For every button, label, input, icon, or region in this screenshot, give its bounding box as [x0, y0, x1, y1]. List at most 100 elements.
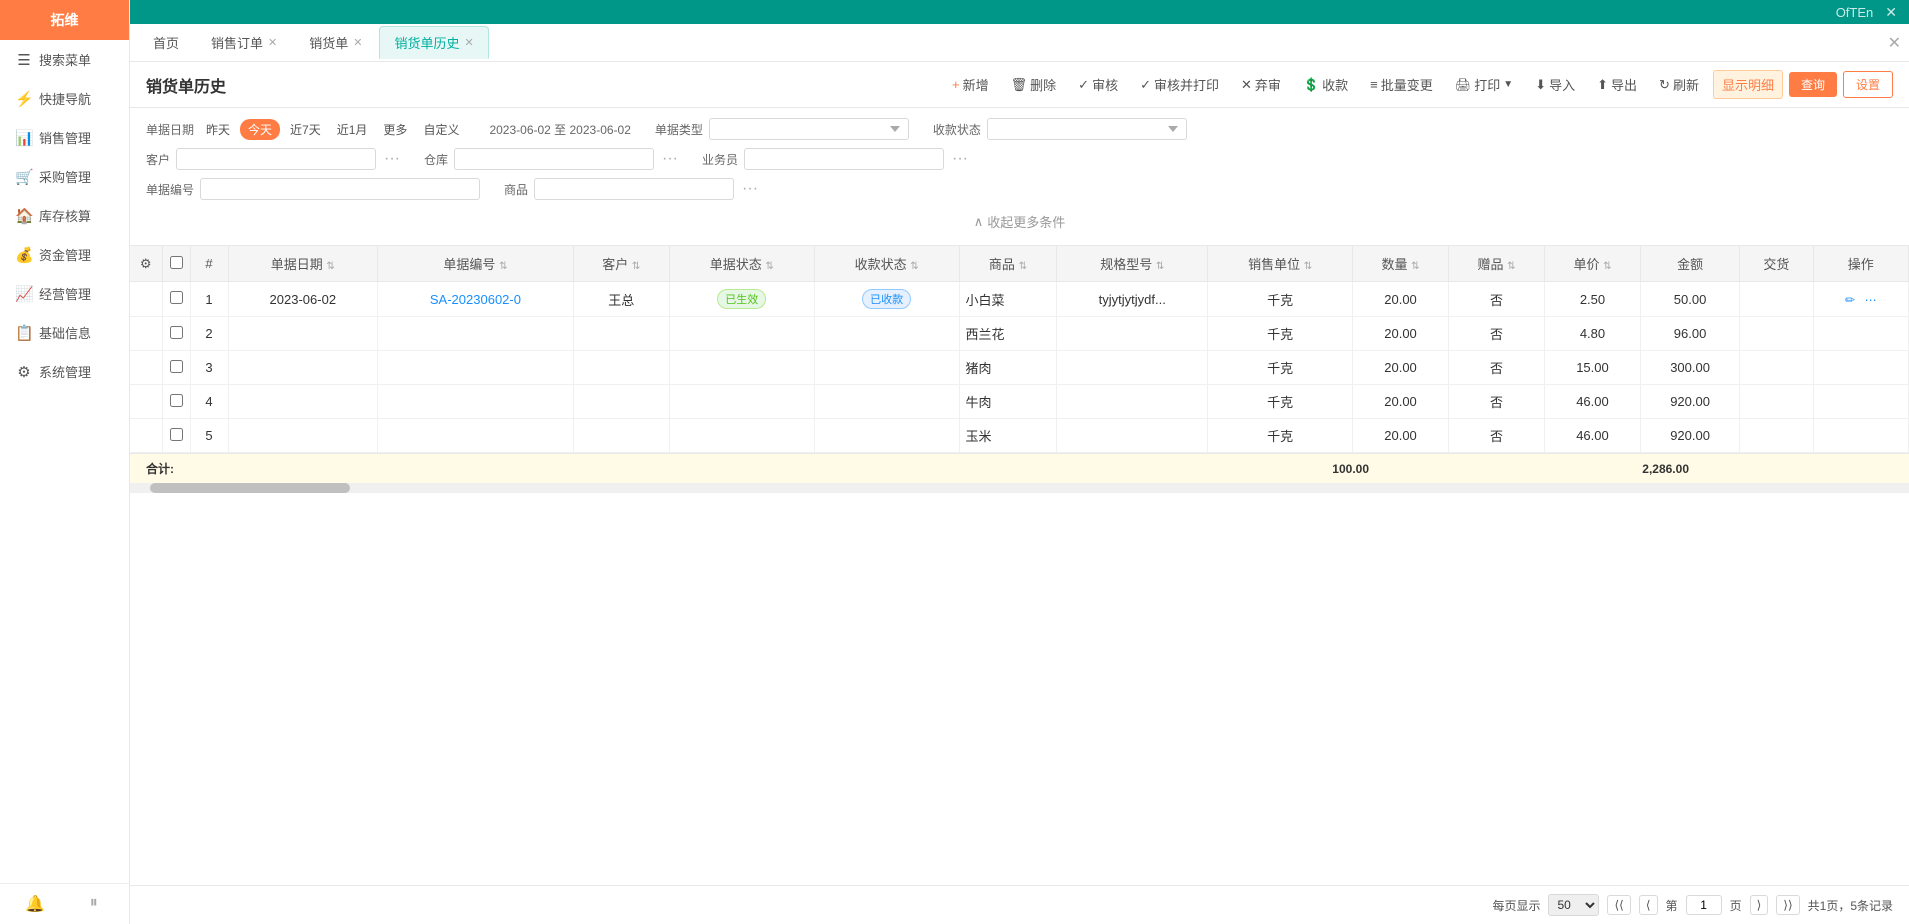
doc-type-select[interactable]: [709, 118, 909, 140]
scrollbar-thumb[interactable]: [150, 483, 350, 493]
td-checkbox[interactable]: [162, 419, 190, 453]
pagination-bar: 每页显示 50 20 100 ⟨⟨ ⟨ 第 页 ⟩ ⟩⟩ 共1页，5条记录: [130, 885, 1909, 924]
date-btn-1month[interactable]: 近1月: [331, 119, 374, 140]
th-doc-status[interactable]: 单据状态 ⇅: [669, 246, 814, 282]
refresh-button[interactable]: ↻ 刷新: [1651, 71, 1707, 98]
quick-nav-icon: ⚡: [15, 90, 33, 108]
sidebar-item-sales-mgmt[interactable]: 📊 销售管理: [0, 118, 129, 157]
sidebar-item-purchase-mgmt[interactable]: 🛒 采购管理: [0, 157, 129, 196]
top-close-btn[interactable]: ✕: [1885, 4, 1897, 21]
sys-mgmt-icon: ⚙: [15, 363, 33, 381]
th-spec-label: 规格型号: [1100, 257, 1152, 272]
show-detail-button[interactable]: 显示明细: [1713, 70, 1783, 99]
select-all-checkbox[interactable]: [170, 256, 183, 269]
warehouse-dots[interactable]: ···: [662, 150, 678, 168]
summary-row: 合计: 100.00 2,286.00: [130, 453, 1909, 483]
date-btn-yesterday[interactable]: 昨天: [200, 119, 236, 140]
td-checkbox[interactable]: [162, 317, 190, 351]
row-checkbox[interactable]: [170, 291, 183, 304]
td-gift: 否: [1449, 385, 1545, 419]
audit-button[interactable]: ✓ 审核: [1070, 71, 1126, 98]
tab-bar-close[interactable]: ✕: [1888, 33, 1901, 53]
goods-filter: 商品 ···: [504, 178, 758, 200]
query-button[interactable]: 查询: [1789, 72, 1837, 97]
horizontal-scrollbar[interactable]: [130, 483, 1909, 493]
td-checkbox[interactable]: [162, 351, 190, 385]
th-checkbox[interactable]: [162, 246, 190, 282]
th-unit[interactable]: 销售单位 ⇅: [1208, 246, 1353, 282]
import-button[interactable]: ⬇ 导入: [1527, 71, 1583, 98]
audit-print-button[interactable]: ✓ 审核并打印: [1132, 71, 1227, 98]
tab-sales-history-close[interactable]: ✕: [465, 36, 474, 49]
tab-sales-order[interactable]: 销售订单 ✕: [196, 26, 292, 59]
row-checkbox[interactable]: [170, 428, 183, 441]
page-size-select[interactable]: 50 20 100: [1548, 894, 1599, 916]
th-goods-label: 商品: [989, 257, 1015, 272]
warehouse-input[interactable]: [454, 148, 654, 170]
sidebar-item-ops-mgmt[interactable]: 📈 经营管理: [0, 274, 129, 313]
row-checkbox[interactable]: [170, 326, 183, 339]
date-btn-today[interactable]: 今天: [240, 119, 280, 140]
th-spec[interactable]: 规格型号 ⇅: [1057, 246, 1208, 282]
goods-dots[interactable]: ···: [742, 180, 758, 198]
date-btn-custom[interactable]: 自定义: [417, 119, 465, 140]
tab-sales-order-close[interactable]: ✕: [268, 36, 277, 49]
sidebar-item-fund-mgmt[interactable]: 💰 资金管理: [0, 235, 129, 274]
th-date[interactable]: 单据日期 ⇅: [228, 246, 378, 282]
tab-sales-history[interactable]: 销货单历史 ✕: [379, 26, 488, 59]
notification-btn[interactable]: 🔔: [10, 894, 61, 914]
payment-status-select[interactable]: [987, 118, 1187, 140]
td-transaction: [1740, 351, 1813, 385]
last-page-btn[interactable]: ⟩⟩: [1776, 895, 1799, 915]
th-gear[interactable]: ⚙: [130, 246, 162, 282]
print-label: 打印: [1474, 75, 1500, 94]
th-unit-price[interactable]: 单价 ⇅: [1544, 246, 1640, 282]
td-checkbox[interactable]: [162, 282, 190, 317]
th-customer[interactable]: 客户 ⇅: [573, 246, 669, 282]
receive-button[interactable]: 💲 收款: [1295, 71, 1356, 98]
date-btn-7days[interactable]: 近7天: [284, 119, 327, 140]
delete-button[interactable]: 🗑 删除: [1003, 71, 1065, 98]
td-checkbox[interactable]: [162, 385, 190, 419]
tab-sales-delivery-close[interactable]: ✕: [353, 36, 362, 49]
sidebar-item-quick-nav[interactable]: ⚡ 快捷导航: [0, 79, 129, 118]
sidebar-item-search-menu[interactable]: ☰ 搜索菜单: [0, 40, 129, 79]
tab-home[interactable]: 首页: [138, 26, 194, 59]
sidebar-item-basic-info[interactable]: 📋 基础信息: [0, 313, 129, 352]
th-goods[interactable]: 商品 ⇅: [959, 246, 1057, 282]
print-button[interactable]: 🖨 打印 ▼: [1447, 71, 1521, 98]
prev-page-btn[interactable]: ⟨: [1639, 895, 1658, 915]
batch-change-button[interactable]: ≡ 批量变更: [1362, 71, 1441, 98]
doc-no-input[interactable]: [200, 178, 480, 200]
th-qty[interactable]: 数量 ⇅: [1353, 246, 1449, 282]
row-checkbox[interactable]: [170, 394, 183, 407]
collapse-more-btn[interactable]: ∧ 收起更多条件: [146, 208, 1893, 235]
sidebar-item-sys-mgmt[interactable]: ⚙ 系统管理: [0, 352, 129, 391]
customer-input[interactable]: [176, 148, 376, 170]
abandon-icon: ✕: [1241, 77, 1252, 93]
th-doc-no[interactable]: 单据编号 ⇅: [378, 246, 574, 282]
date-btn-more[interactable]: 更多: [377, 119, 413, 140]
customer-dots[interactable]: ···: [384, 150, 400, 168]
export-button[interactable]: ⬆ 导出: [1589, 71, 1645, 98]
abandon-button[interactable]: ✕ 弃审: [1233, 71, 1289, 98]
business-input[interactable]: [744, 148, 944, 170]
th-gift[interactable]: 赠品 ⇅: [1449, 246, 1545, 282]
doc-no-link[interactable]: SA-20230602-0: [430, 292, 521, 307]
first-page-btn[interactable]: ⟨⟨: [1607, 895, 1630, 915]
th-payment-status[interactable]: 收款状态 ⇅: [814, 246, 959, 282]
th-amount: 金额: [1640, 246, 1739, 282]
business-dots[interactable]: ···: [952, 150, 968, 168]
action-btn[interactable]: ✏: [1842, 293, 1858, 307]
tab-sales-delivery[interactable]: 销货单 ✕: [294, 26, 377, 59]
sidebar-item-stock-calc[interactable]: 🏠 库存核算: [0, 196, 129, 235]
setting-button[interactable]: 设置: [1843, 71, 1893, 98]
pause-btn[interactable]: ⏸: [69, 894, 120, 914]
goods-input[interactable]: [534, 178, 734, 200]
action-btn[interactable]: ⋯: [1862, 293, 1880, 307]
row-checkbox[interactable]: [170, 360, 183, 373]
new-button[interactable]: + 新增: [944, 71, 997, 98]
next-page-btn[interactable]: ⟩: [1750, 895, 1769, 915]
filter-area: 单据日期 昨天 今天 近7天 近1月 更多 自定义 2023-06-02 至 2…: [130, 108, 1909, 246]
page-number-input[interactable]: [1686, 895, 1722, 915]
